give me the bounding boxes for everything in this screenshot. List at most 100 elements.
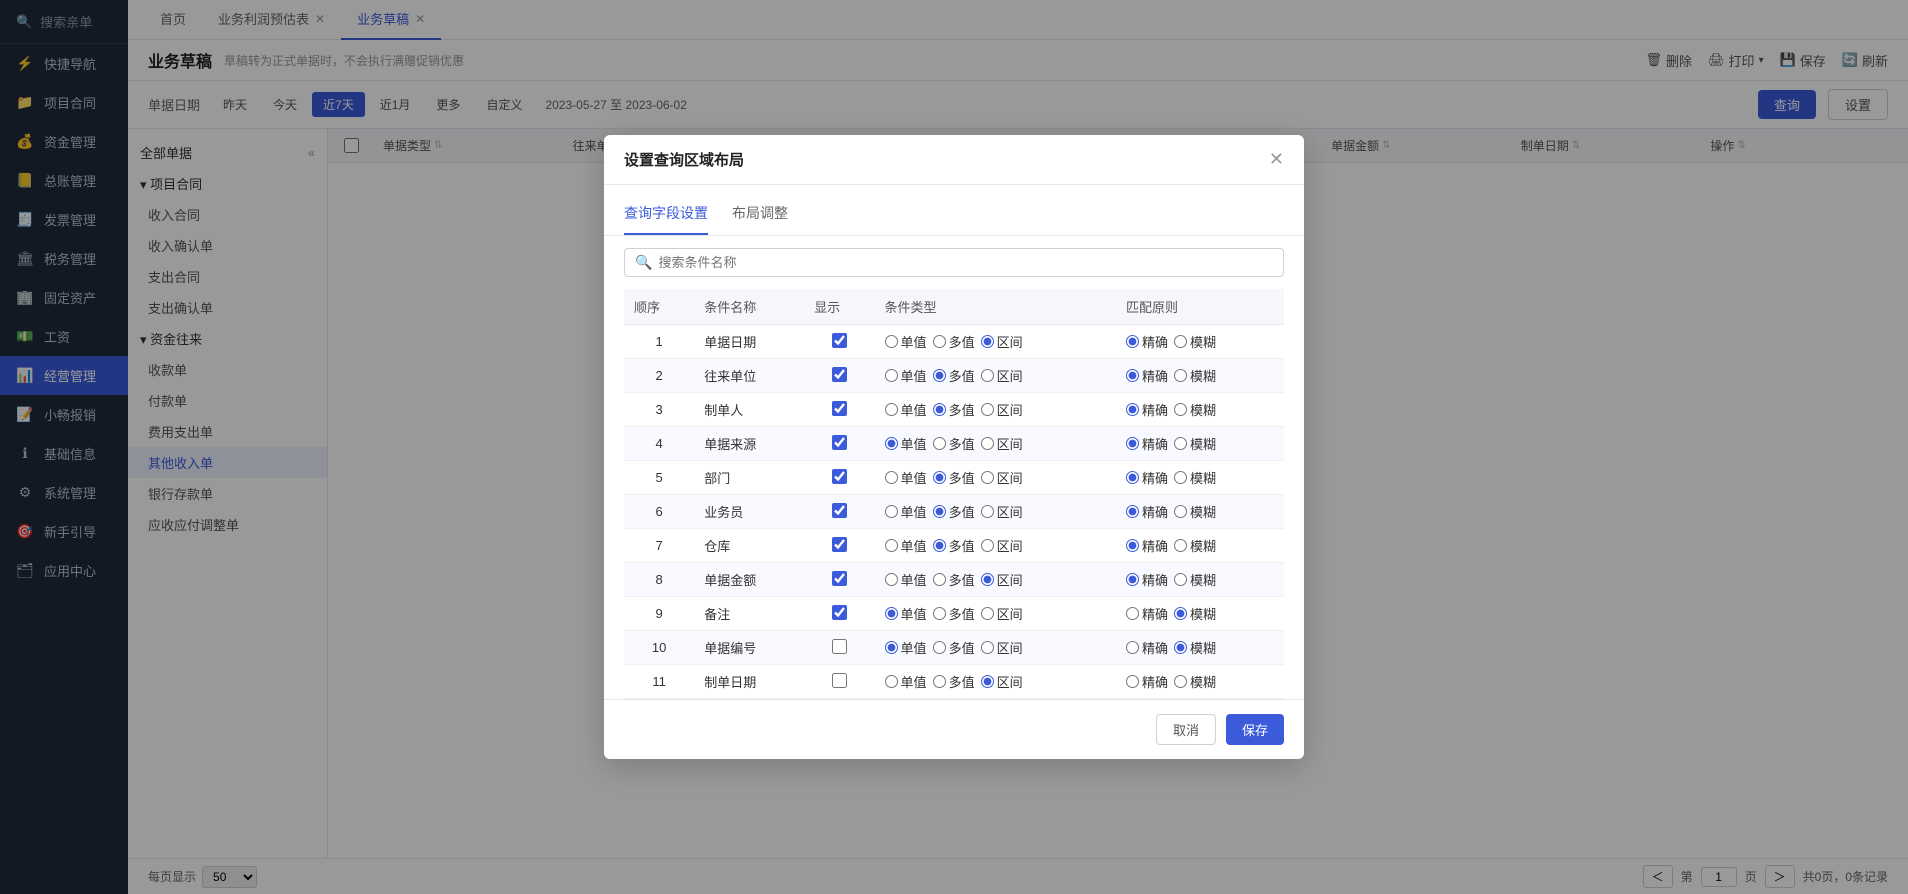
type-option-多值-9[interactable]: 多值 (933, 604, 975, 623)
match-option-精确-1[interactable]: 精确 (1126, 332, 1168, 351)
row-show-3[interactable] (804, 393, 874, 427)
row-show-7[interactable] (804, 529, 874, 563)
type-option-区间-11[interactable]: 区间 (981, 672, 1023, 691)
row-type-2[interactable]: 单值多值区间 (875, 359, 1116, 393)
row-type-4[interactable]: 单值多值区间 (875, 427, 1116, 461)
type-option-单值-9[interactable]: 单值 (885, 604, 927, 623)
type-option-多值-3[interactable]: 多值 (933, 400, 975, 419)
match-option-精确-9[interactable]: 精确 (1126, 604, 1168, 623)
type-option-单值-8[interactable]: 单值 (885, 570, 927, 589)
type-option-区间-8[interactable]: 区间 (981, 570, 1023, 589)
type-option-单值-11[interactable]: 单值 (885, 672, 927, 691)
type-option-多值-4[interactable]: 多值 (933, 434, 975, 453)
match-option-模糊-8[interactable]: 模糊 (1174, 570, 1216, 589)
show-checkbox-4[interactable] (832, 435, 847, 450)
show-checkbox-2[interactable] (832, 367, 847, 382)
modal-cancel-button[interactable]: 取消 (1156, 714, 1216, 745)
row-show-9[interactable] (804, 597, 874, 631)
type-option-多值-8[interactable]: 多值 (933, 570, 975, 589)
row-show-6[interactable] (804, 495, 874, 529)
match-option-精确-6[interactable]: 精确 (1126, 502, 1168, 521)
match-option-精确-4[interactable]: 精确 (1126, 434, 1168, 453)
type-option-多值-7[interactable]: 多值 (933, 536, 975, 555)
match-option-精确-5[interactable]: 精确 (1126, 468, 1168, 487)
type-option-多值-5[interactable]: 多值 (933, 468, 975, 487)
row-type-10[interactable]: 单值多值区间 (875, 631, 1116, 665)
match-option-精确-3[interactable]: 精确 (1126, 400, 1168, 419)
modal-close-button[interactable]: ✕ (1269, 149, 1284, 170)
show-checkbox-8[interactable] (832, 571, 847, 586)
show-checkbox-5[interactable] (832, 469, 847, 484)
show-checkbox-7[interactable] (832, 537, 847, 552)
tab-field-settings[interactable]: 查询字段设置 (624, 197, 708, 235)
row-match-3[interactable]: 精确模糊 (1116, 393, 1284, 427)
row-type-3[interactable]: 单值多值区间 (875, 393, 1116, 427)
match-option-模糊-6[interactable]: 模糊 (1174, 502, 1216, 521)
row-type-9[interactable]: 单值多值区间 (875, 597, 1116, 631)
type-option-单值-6[interactable]: 单值 (885, 502, 927, 521)
match-option-精确-8[interactable]: 精确 (1126, 570, 1168, 589)
match-option-精确-10[interactable]: 精确 (1126, 638, 1168, 657)
match-option-精确-2[interactable]: 精确 (1126, 366, 1168, 385)
tab-layout-adjust[interactable]: 布局调整 (732, 197, 788, 235)
row-match-4[interactable]: 精确模糊 (1116, 427, 1284, 461)
row-match-2[interactable]: 精确模糊 (1116, 359, 1284, 393)
row-match-5[interactable]: 精确模糊 (1116, 461, 1284, 495)
match-option-模糊-4[interactable]: 模糊 (1174, 434, 1216, 453)
row-show-8[interactable] (804, 563, 874, 597)
type-option-单值-2[interactable]: 单值 (885, 366, 927, 385)
type-option-区间-10[interactable]: 区间 (981, 638, 1023, 657)
match-option-精确-7[interactable]: 精确 (1126, 536, 1168, 555)
match-option-模糊-9[interactable]: 模糊 (1174, 604, 1216, 623)
show-checkbox-9[interactable] (832, 605, 847, 620)
show-checkbox-10[interactable] (832, 639, 847, 654)
row-type-5[interactable]: 单值多值区间 (875, 461, 1116, 495)
match-option-模糊-2[interactable]: 模糊 (1174, 366, 1216, 385)
match-option-模糊-7[interactable]: 模糊 (1174, 536, 1216, 555)
type-option-单值-1[interactable]: 单值 (885, 332, 927, 351)
type-option-区间-2[interactable]: 区间 (981, 366, 1023, 385)
row-match-10[interactable]: 精确模糊 (1116, 631, 1284, 665)
type-option-多值-2[interactable]: 多值 (933, 366, 975, 385)
type-option-多值-11[interactable]: 多值 (933, 672, 975, 691)
row-match-8[interactable]: 精确模糊 (1116, 563, 1284, 597)
type-option-单值-3[interactable]: 单值 (885, 400, 927, 419)
row-type-1[interactable]: 单值多值区间 (875, 325, 1116, 359)
row-show-2[interactable] (804, 359, 874, 393)
type-option-单值-5[interactable]: 单值 (885, 468, 927, 487)
row-show-4[interactable] (804, 427, 874, 461)
show-checkbox-11[interactable] (832, 673, 847, 688)
row-match-7[interactable]: 精确模糊 (1116, 529, 1284, 563)
row-match-11[interactable]: 精确模糊 (1116, 665, 1284, 699)
match-option-模糊-1[interactable]: 模糊 (1174, 332, 1216, 351)
match-option-模糊-5[interactable]: 模糊 (1174, 468, 1216, 487)
type-option-单值-7[interactable]: 单值 (885, 536, 927, 555)
type-option-多值-10[interactable]: 多值 (933, 638, 975, 657)
type-option-多值-1[interactable]: 多值 (933, 332, 975, 351)
row-match-1[interactable]: 精确模糊 (1116, 325, 1284, 359)
match-option-模糊-3[interactable]: 模糊 (1174, 400, 1216, 419)
condition-search-input[interactable] (658, 255, 1273, 270)
row-type-8[interactable]: 单值多值区间 (875, 563, 1116, 597)
row-show-1[interactable] (804, 325, 874, 359)
show-checkbox-6[interactable] (832, 503, 847, 518)
type-option-多值-6[interactable]: 多值 (933, 502, 975, 521)
type-option-区间-7[interactable]: 区间 (981, 536, 1023, 555)
show-checkbox-3[interactable] (832, 401, 847, 416)
type-option-区间-4[interactable]: 区间 (981, 434, 1023, 453)
type-option-区间-3[interactable]: 区间 (981, 400, 1023, 419)
type-option-区间-9[interactable]: 区间 (981, 604, 1023, 623)
modal-save-button[interactable]: 保存 (1226, 714, 1284, 745)
row-match-9[interactable]: 精确模糊 (1116, 597, 1284, 631)
type-option-区间-6[interactable]: 区间 (981, 502, 1023, 521)
row-show-10[interactable] (804, 631, 874, 665)
type-option-单值-10[interactable]: 单值 (885, 638, 927, 657)
show-checkbox-1[interactable] (832, 333, 847, 348)
row-type-7[interactable]: 单值多值区间 (875, 529, 1116, 563)
match-option-模糊-11[interactable]: 模糊 (1174, 672, 1216, 691)
match-option-模糊-10[interactable]: 模糊 (1174, 638, 1216, 657)
type-option-单值-4[interactable]: 单值 (885, 434, 927, 453)
type-option-区间-5[interactable]: 区间 (981, 468, 1023, 487)
row-type-6[interactable]: 单值多值区间 (875, 495, 1116, 529)
match-option-精确-11[interactable]: 精确 (1126, 672, 1168, 691)
